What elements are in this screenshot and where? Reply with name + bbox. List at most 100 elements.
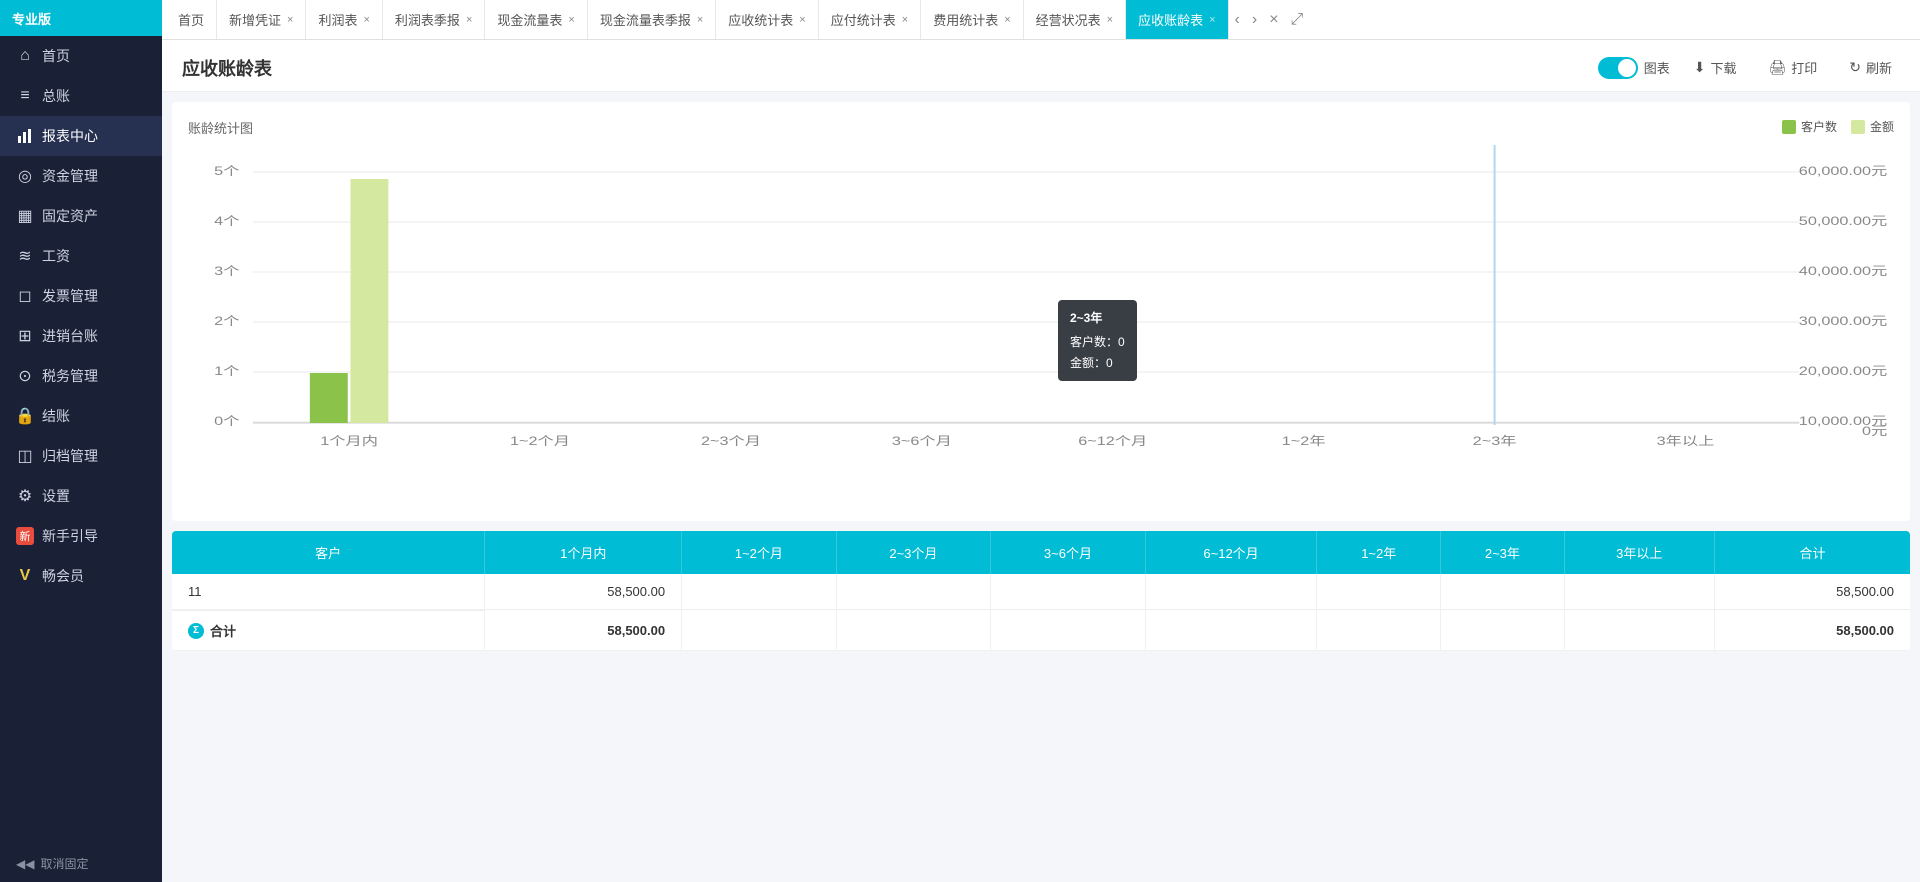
svg-text:3个: 3个: [214, 264, 239, 278]
tab-ar-stats[interactable]: 应收统计表 ×: [716, 0, 818, 40]
cell-total-total: 58,500.00: [1714, 610, 1910, 651]
cell-total-m1-2: [682, 610, 837, 651]
sidebar-item-stock[interactable]: ⊞ 进销台账: [0, 316, 162, 356]
tab-close-cashflow-season[interactable]: ×: [697, 14, 703, 26]
table-total-row: Σ 合计 58,500.00 58,500.00: [172, 610, 1910, 651]
cell-total-m2-3: [836, 610, 991, 651]
tab-close-ar-stats[interactable]: ×: [799, 14, 805, 26]
tab-maximize-button[interactable]: ⤢: [1285, 0, 1310, 40]
svg-text:1~2年: 1~2年: [1282, 434, 1326, 448]
vip-icon: V: [16, 567, 34, 585]
cell-m2-3-0: [836, 574, 991, 610]
sidebar-item-archive[interactable]: ◫ 归档管理: [0, 436, 162, 476]
legend-customers-label: 客户数: [1801, 118, 1837, 135]
sidebar-item-invoice[interactable]: ◻ 发票管理: [0, 276, 162, 316]
legend-amount-color: [1851, 120, 1865, 134]
page-actions: 图表 ⬇ 下载 🖨 打印 ↻ 刷新: [1598, 54, 1900, 81]
chart-legend: 客户数 金额: [1782, 118, 1894, 135]
col-m6-12: 6~12个月: [1145, 531, 1317, 574]
tab-close-fee-stats[interactable]: ×: [1004, 14, 1010, 26]
tab-voucher[interactable]: 新增凭证 ×: [217, 0, 306, 40]
sidebar: 专业版 ⌂ 首页 ≡ 总账 报表中心 ◎ 资金管理 ▦ 固定资产 ≋ 工资 ◻ …: [0, 0, 162, 882]
tab-close-ar-aging[interactable]: ×: [1209, 14, 1215, 26]
svg-text:4个: 4个: [214, 214, 239, 228]
tab-business[interactable]: 经营状况表 ×: [1024, 0, 1126, 40]
table-header-row: 客户 1个月内 1~2个月 2~3个月 3~6个月 6~12个月 1~2年 2~…: [172, 531, 1910, 574]
sidebar-item-salary[interactable]: ≋ 工资: [0, 236, 162, 276]
sidebar-item-vip[interactable]: V 畅会员: [0, 556, 162, 596]
sidebar-item-home-label: 首页: [42, 46, 70, 66]
legend-customers-color: [1782, 120, 1796, 134]
chart-title: 账龄统计图: [188, 118, 1894, 137]
legend-customers: 客户数: [1782, 118, 1837, 135]
cell-y3plus-0: [1564, 574, 1714, 610]
cell-m1-0: 58,500.00: [485, 574, 682, 610]
tab-cashflow[interactable]: 现金流量表 ×: [485, 0, 587, 40]
svg-text:1个月内: 1个月内: [320, 434, 378, 448]
tab-ar-aging[interactable]: 应收账龄表 ×: [1126, 0, 1228, 40]
sidebar-item-guide[interactable]: 新 新手引导: [0, 516, 162, 556]
tab-close-voucher[interactable]: ×: [287, 14, 293, 26]
sidebar-item-funds-label: 资金管理: [42, 166, 98, 186]
ledger-icon: ≡: [16, 87, 34, 105]
tab-close-profit[interactable]: ×: [363, 14, 369, 26]
tab-close-all-button[interactable]: ×: [1263, 0, 1284, 40]
print-icon: 🖨: [1768, 59, 1786, 76]
sidebar-item-salary-label: 工资: [42, 246, 70, 266]
tab-prev-button[interactable]: ‹: [1229, 0, 1246, 40]
page-header: 应收账龄表 图表 ⬇ 下载 🖨 打印 ↻ 刷新: [162, 40, 1920, 92]
cell-total-label: Σ 合计: [172, 610, 485, 650]
tab-next-button[interactable]: ›: [1246, 0, 1263, 40]
left-arrow-icon: ◀◀: [16, 857, 34, 871]
sidebar-item-tax[interactable]: ⊙ 税务管理: [0, 356, 162, 396]
tab-ap-stats[interactable]: 应付统计表 ×: [819, 0, 921, 40]
sidebar-item-home[interactable]: ⌂ 首页: [0, 36, 162, 76]
cell-y1-2-0: [1317, 574, 1441, 610]
svg-text:50,000.00元: 50,000.00元: [1799, 215, 1887, 228]
svg-text:1~2个月: 1~2个月: [510, 434, 570, 448]
sidebar-item-settings[interactable]: ⚙ 设置: [0, 476, 162, 516]
chart-area: 账龄统计图 客户数 金额 5个 4个 3个 2个: [172, 102, 1910, 521]
bar-amount-0: [350, 179, 388, 423]
refresh-button[interactable]: ↻ 刷新: [1841, 54, 1900, 81]
tab-close-ap-stats[interactable]: ×: [902, 14, 908, 26]
svg-text:2~3年: 2~3年: [1473, 434, 1517, 448]
unpin-button[interactable]: ◀◀ 取消固定: [0, 845, 162, 882]
page-content: 应收账龄表 图表 ⬇ 下载 🖨 打印 ↻ 刷新: [162, 40, 1920, 882]
funds-icon: ◎: [16, 167, 34, 185]
sidebar-item-funds[interactable]: ◎ 资金管理: [0, 156, 162, 196]
print-button[interactable]: 🖨 打印: [1760, 54, 1825, 81]
svg-text:1个: 1个: [214, 364, 239, 378]
cell-total-y2-3: [1441, 610, 1565, 651]
tab-profit[interactable]: 利润表 ×: [306, 0, 382, 40]
sidebar-item-assets-label: 固定资产: [42, 206, 98, 226]
sidebar-item-ledger[interactable]: ≡ 总账: [0, 76, 162, 116]
home-icon: ⌂: [16, 47, 34, 65]
tab-home[interactable]: 首页: [166, 0, 217, 40]
refresh-icon: ↻: [1849, 59, 1861, 76]
toggle-knob[interactable]: [1598, 57, 1638, 79]
svg-text:40,000.00元: 40,000.00元: [1799, 265, 1887, 278]
tab-close-business[interactable]: ×: [1107, 14, 1113, 26]
cell-total-0: 58,500.00: [1714, 574, 1910, 610]
total-icon: Σ: [188, 623, 204, 639]
tab-cashflow-season[interactable]: 现金流量表季报 ×: [588, 0, 716, 40]
svg-text:2~3个月: 2~3个月: [701, 434, 761, 448]
download-icon: ⬇: [1694, 59, 1706, 76]
download-button[interactable]: ⬇ 下载: [1686, 54, 1745, 81]
cell-total-m6-12: [1145, 610, 1317, 651]
assets-icon: ▦: [16, 207, 34, 225]
col-m3-6: 3~6个月: [991, 531, 1146, 574]
sidebar-item-reports[interactable]: 报表中心: [0, 116, 162, 156]
tab-close-cashflow[interactable]: ×: [568, 14, 574, 26]
svg-text:6~12个月: 6~12个月: [1078, 434, 1147, 448]
tab-profit-season[interactable]: 利润表季报 ×: [383, 0, 485, 40]
svg-text:20,000.00元: 20,000.00元: [1799, 365, 1887, 378]
archive-icon: ◫: [16, 447, 34, 465]
cell-m1-2-0: [682, 574, 837, 610]
sidebar-item-assets[interactable]: ▦ 固定资产: [0, 196, 162, 236]
chart-toggle[interactable]: 图表: [1598, 57, 1670, 79]
tab-close-profit-season[interactable]: ×: [466, 14, 472, 26]
tab-fee-stats[interactable]: 费用统计表 ×: [921, 0, 1023, 40]
sidebar-item-close[interactable]: 🔒 结账: [0, 396, 162, 436]
